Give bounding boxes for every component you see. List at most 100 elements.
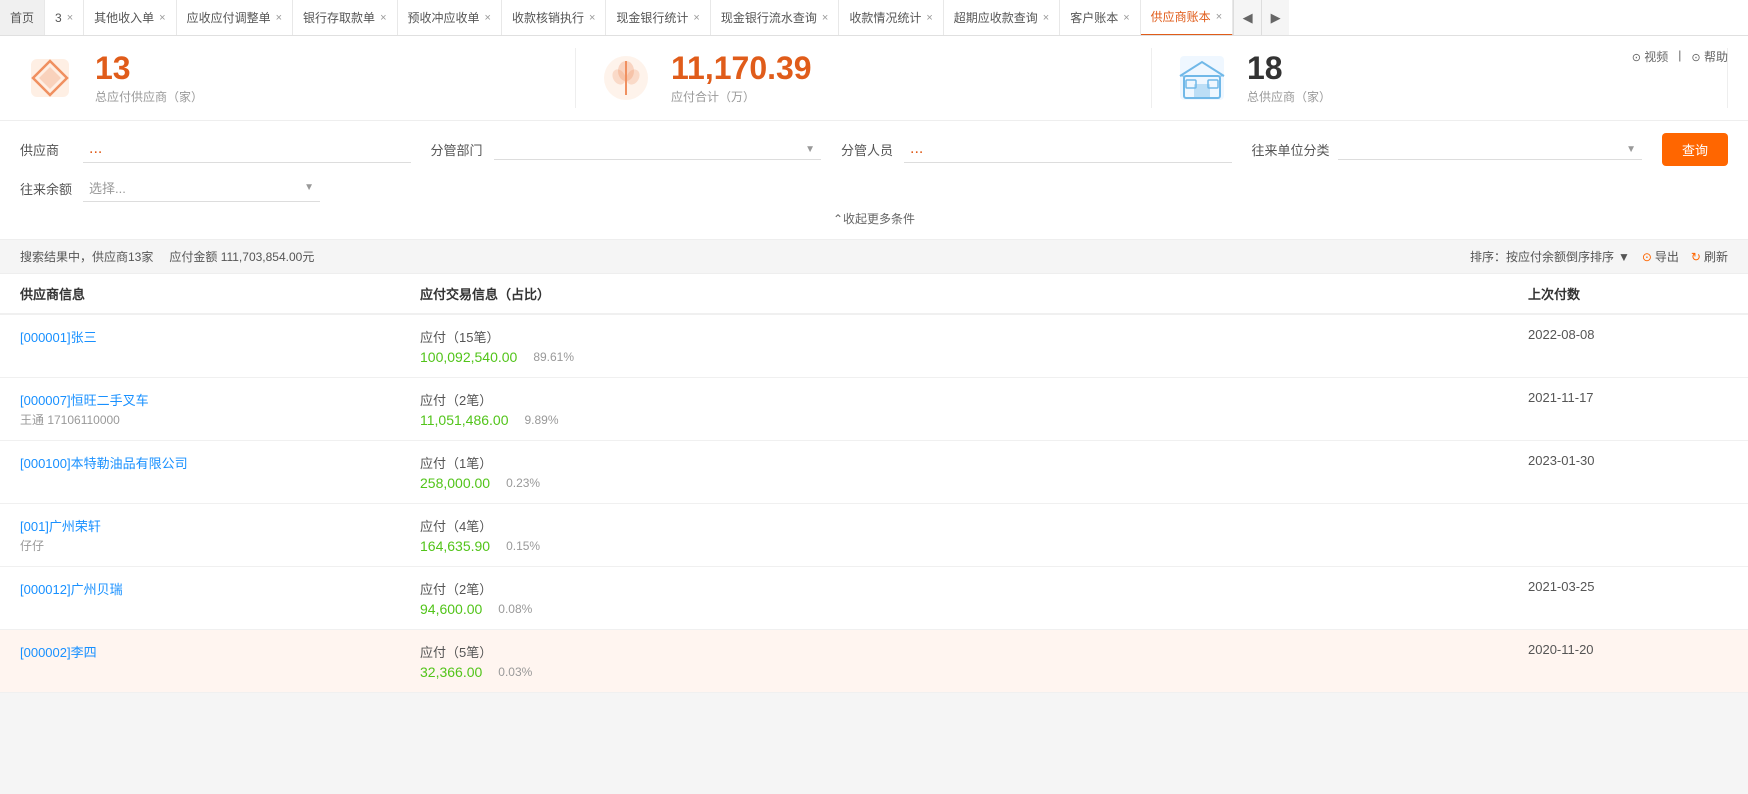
tx-label-1: 应付（2笔） [420, 390, 1528, 409]
export-button[interactable]: ⊙ 导出 [1642, 248, 1679, 265]
nav-tab-receipt-stat-close[interactable]: × [926, 12, 932, 24]
category-select[interactable]: ▼ [1338, 140, 1642, 160]
nav-arrow-left[interactable]: ◀ [1233, 0, 1261, 36]
tx-label-2: 应付（1笔） [420, 453, 1528, 472]
nav-tab-3[interactable]: 3 × [45, 0, 84, 36]
tx-row-1: 11,051,486.00 9.89% [420, 412, 1528, 428]
nav-tab-3-label: 3 [55, 11, 62, 25]
dept-select[interactable]: ▼ [494, 140, 822, 160]
tx-percent-3: 0.15% [506, 539, 540, 553]
nav-tab-ar-ap-adjust-label: 应收应付调整单 [187, 9, 271, 26]
supplier-info-5: [000002]李四 [20, 642, 420, 661]
tx-amount-0[interactable]: 100,092,540.00 [420, 349, 517, 365]
top-right-links: ⊙ 视频 | ⊙ 帮助 [1632, 48, 1728, 65]
refresh-button[interactable]: ↻ 刷新 [1691, 248, 1728, 265]
stat-total-suppliers-content: 18 总供应商（家） [1247, 51, 1331, 105]
tx-amount-2[interactable]: 258,000.00 [420, 475, 490, 491]
nav-tab-bank-deposit-label: 银行存取款单 [303, 9, 375, 26]
stat-payable-amount-number: 11,170.39 [671, 51, 812, 86]
lastpay-4: 2021-03-25 [1528, 579, 1728, 594]
nav-tab-cash-bank-query-close[interactable]: × [822, 12, 828, 24]
table-header-supplier: 供应商信息 [20, 284, 420, 303]
lastpay-date-2: 2023-01-30 [1528, 453, 1595, 468]
table-header-lastpay: 上次付数 [1528, 284, 1728, 303]
nav-tab-other-income[interactable]: 其他收入单 × [84, 0, 176, 36]
help-link[interactable]: ⊙ 帮助 [1691, 48, 1728, 65]
filter-category: 往来单位分类 ▼ [1252, 140, 1643, 160]
nav-tab-supplier-ledger-close[interactable]: × [1216, 11, 1222, 23]
nav-tab-customer-ledger-label: 客户账本 [1070, 9, 1118, 26]
balance-select[interactable]: 选择... ▼ [83, 174, 320, 202]
result-info: 搜索结果中，供应商13家 应付金额 111,703,854.00元 [20, 248, 314, 265]
supplier-link-5[interactable]: [000002]李四 [20, 645, 97, 660]
nav-tab-cash-bank-query[interactable]: 现金银行流水查询 × [711, 0, 839, 36]
balance-chevron-icon: ▼ [304, 182, 314, 193]
table-row: [000001]张三 应付（15笔） 100,092,540.00 89.61%… [0, 315, 1748, 378]
video-link[interactable]: ⊙ 视频 [1632, 48, 1669, 65]
result-bar: 搜索结果中，供应商13家 应付金额 111,703,854.00元 排序：按应付… [0, 240, 1748, 274]
nav-tab-receipt-stat[interactable]: 收款情况统计 × [839, 0, 943, 36]
filter-dept: 分管部门 ▼ [431, 140, 822, 160]
tx-amount-5[interactable]: 32,366.00 [420, 664, 482, 680]
table-row: [000100]本特勒油品有限公司 应付（1笔） 258,000.00 0.23… [0, 441, 1748, 504]
nav-tab-bank-deposit-close[interactable]: × [380, 12, 386, 24]
stats-bar: 13 总应付供应商（家） 11,170.39 应付合计（万） [0, 36, 1748, 121]
search-button[interactable]: 查询 [1662, 133, 1728, 166]
nav-tab-cash-bank-query-label: 现金银行流水查询 [721, 9, 817, 26]
stat-payable-amount-content: 11,170.39 应付合计（万） [671, 51, 812, 105]
supplier-name-5: [000002]李四 [20, 642, 420, 661]
tx-amount-4[interactable]: 94,600.00 [420, 601, 482, 617]
table-row: [001]广州荣轩 仔仔 应付（4笔） 164,635.90 0.15% [0, 504, 1748, 567]
nav-tab-overdue-query-close[interactable]: × [1043, 12, 1049, 24]
lastpay-2: 2023-01-30 [1528, 453, 1728, 468]
table-header: 供应商信息 应付交易信息（占比） 上次付数 [0, 274, 1748, 315]
supplier-sub-1: 王通 17106110000 [20, 411, 420, 428]
supplier-link-1[interactable]: [000007]恒旺二手叉车 [20, 393, 149, 408]
tx-info-1: 应付（2笔） 11,051,486.00 9.89% [420, 390, 1528, 428]
tx-percent-4: 0.08% [498, 602, 532, 616]
tx-info-5: 应付（5笔） 32,366.00 0.03% [420, 642, 1528, 680]
tx-row-5: 32,366.00 0.03% [420, 664, 1528, 680]
nav-tab-customer-ledger[interactable]: 客户账本 × [1060, 0, 1140, 36]
lastpay-date-5: 2020-11-20 [1528, 642, 1594, 657]
nav-tab-overdue-query[interactable]: 超期应收款查询 × [944, 0, 1060, 36]
stat-payable-suppliers: 13 总应付供应商（家） [20, 48, 576, 108]
transaction-info-4: 应付（2笔） 94,600.00 0.08% [420, 579, 1528, 617]
transaction-info-0: 应付（15笔） 100,092,540.00 89.61% [420, 327, 1528, 365]
tx-row-2: 258,000.00 0.23% [420, 475, 1528, 491]
nav-arrow-right[interactable]: ▶ [1261, 0, 1289, 36]
supplier-input[interactable]: ... [83, 136, 411, 163]
stat-total-suppliers-label: 总供应商（家） [1247, 88, 1331, 105]
tx-info-3: 应付（4笔） 164,635.90 0.15% [420, 516, 1528, 554]
tx-amount-3[interactable]: 164,635.90 [420, 538, 490, 554]
nav-tab-other-income-close[interactable]: × [159, 12, 165, 24]
nav-tab-ar-ap-adjust[interactable]: 应收应付调整单 × [177, 0, 293, 36]
tx-amount-1[interactable]: 11,051,486.00 [420, 412, 509, 428]
nav-tab-ar-ap-adjust-close[interactable]: × [276, 12, 282, 24]
supplier-link-2[interactable]: [000100]本特勒油品有限公司 [20, 456, 188, 471]
sort-icon: ▼ [1618, 250, 1630, 264]
nav-tab-customer-ledger-close[interactable]: × [1123, 12, 1129, 24]
supplier-name-3: [001]广州荣轩 [20, 516, 420, 535]
supplier-link-4[interactable]: [000012]广州贝瑞 [20, 582, 123, 597]
supplier-link-0[interactable]: [000001]张三 [20, 330, 97, 345]
nav-tab-advance-receive[interactable]: 预收冲应收单 × [398, 0, 502, 36]
link-separator: | [1678, 48, 1681, 65]
tx-row-0: 100,092,540.00 89.61% [420, 349, 1528, 365]
nav-tab-receipt-verify-close[interactable]: × [589, 12, 595, 24]
supplier-link-3[interactable]: [001]广州荣轩 [20, 519, 101, 534]
nav-tab-receipt-verify[interactable]: 收款核销执行 × [502, 0, 606, 36]
nav-tab-advance-receive-close[interactable]: × [485, 12, 491, 24]
nav-tab-supplier-ledger[interactable]: 供应商账本 × [1141, 0, 1233, 36]
nav-tab-cash-bank-stat-close[interactable]: × [693, 12, 699, 24]
tx-row-3: 164,635.90 0.15% [420, 538, 1528, 554]
stat-payable-amount: 11,170.39 应付合计（万） [576, 48, 1152, 108]
nav-tab-cash-bank-stat[interactable]: 现金银行统计 × [606, 0, 710, 36]
nav-tab-bank-deposit[interactable]: 银行存取款单 × [293, 0, 397, 36]
nav-tab-home[interactable]: 首页 [0, 0, 45, 36]
tx-row-4: 94,600.00 0.08% [420, 601, 1528, 617]
sort-select[interactable]: 排序：按应付余额倒序排序 ▼ [1470, 248, 1630, 265]
nav-tab-3-close[interactable]: × [67, 12, 73, 24]
person-input[interactable]: ... [904, 136, 1232, 163]
collapse-button[interactable]: ⌃ 收起更多条件 [20, 210, 1728, 227]
